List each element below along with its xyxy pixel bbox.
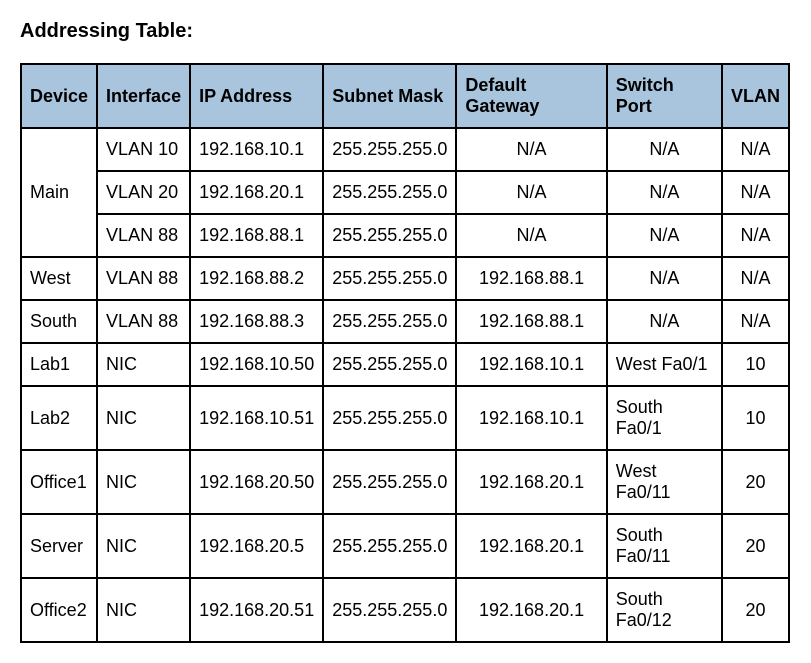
cell-interface: NIC: [97, 343, 190, 386]
cell-subnet: 255.255.255.0: [323, 514, 456, 578]
cell-ip: 192.168.88.1: [190, 214, 323, 257]
header-ip: IP Address: [190, 64, 323, 128]
cell-ip: 192.168.10.50: [190, 343, 323, 386]
cell-switchport: N/A: [607, 214, 722, 257]
table-row: Office1NIC192.168.20.50255.255.255.0192.…: [21, 450, 789, 514]
cell-gateway: 192.168.10.1: [456, 386, 606, 450]
table-row: Office2NIC192.168.20.51255.255.255.0192.…: [21, 578, 789, 642]
table-row: MainVLAN 10192.168.10.1255.255.255.0N/AN…: [21, 128, 789, 171]
cell-interface: NIC: [97, 386, 190, 450]
cell-interface: VLAN 20: [97, 171, 190, 214]
page-title: Addressing Table:: [20, 20, 791, 43]
cell-interface: NIC: [97, 578, 190, 642]
cell-ip: 192.168.20.5: [190, 514, 323, 578]
cell-subnet: 255.255.255.0: [323, 257, 456, 300]
table-header-row: Device Interface IP Address Subnet Mask …: [21, 64, 789, 128]
cell-vlan: 20: [722, 578, 789, 642]
cell-ip: 192.168.10.51: [190, 386, 323, 450]
header-interface: Interface: [97, 64, 190, 128]
cell-interface: VLAN 88: [97, 300, 190, 343]
addressing-table: Device Interface IP Address Subnet Mask …: [20, 63, 790, 643]
cell-device: Lab1: [21, 343, 97, 386]
cell-ip: 192.168.10.1: [190, 128, 323, 171]
cell-device: Main: [21, 128, 97, 257]
cell-gateway: 192.168.20.1: [456, 450, 606, 514]
table-row: ServerNIC192.168.20.5255.255.255.0192.16…: [21, 514, 789, 578]
header-gateway: Default Gateway: [456, 64, 606, 128]
cell-switchport: N/A: [607, 171, 722, 214]
header-device: Device: [21, 64, 97, 128]
cell-vlan: N/A: [722, 171, 789, 214]
cell-switchport: N/A: [607, 257, 722, 300]
cell-switchport: South Fa0/1: [607, 386, 722, 450]
table-row: Lab2NIC192.168.10.51255.255.255.0192.168…: [21, 386, 789, 450]
cell-interface: NIC: [97, 450, 190, 514]
cell-interface: NIC: [97, 514, 190, 578]
cell-gateway: 192.168.20.1: [456, 578, 606, 642]
cell-device: South: [21, 300, 97, 343]
cell-vlan: N/A: [722, 214, 789, 257]
cell-gateway: N/A: [456, 214, 606, 257]
cell-gateway: N/A: [456, 171, 606, 214]
cell-subnet: 255.255.255.0: [323, 300, 456, 343]
header-switchport: Switch Port: [607, 64, 722, 128]
cell-interface: VLAN 10: [97, 128, 190, 171]
table-row: VLAN 20192.168.20.1255.255.255.0N/AN/AN/…: [21, 171, 789, 214]
header-vlan: VLAN: [722, 64, 789, 128]
cell-switchport: West Fa0/11: [607, 450, 722, 514]
cell-subnet: 255.255.255.0: [323, 450, 456, 514]
table-body: MainVLAN 10192.168.10.1255.255.255.0N/AN…: [21, 128, 789, 642]
cell-gateway: 192.168.20.1: [456, 514, 606, 578]
cell-device: Server: [21, 514, 97, 578]
cell-subnet: 255.255.255.0: [323, 578, 456, 642]
table-row: SouthVLAN 88192.168.88.3255.255.255.0192…: [21, 300, 789, 343]
cell-vlan: 10: [722, 343, 789, 386]
cell-gateway: 192.168.88.1: [456, 300, 606, 343]
cell-switchport: South Fa0/12: [607, 578, 722, 642]
cell-vlan: 20: [722, 514, 789, 578]
cell-subnet: 255.255.255.0: [323, 386, 456, 450]
cell-ip: 192.168.88.2: [190, 257, 323, 300]
cell-switchport: N/A: [607, 128, 722, 171]
cell-switchport: N/A: [607, 300, 722, 343]
cell-subnet: 255.255.255.0: [323, 171, 456, 214]
cell-gateway: 192.168.88.1: [456, 257, 606, 300]
table-row: VLAN 88192.168.88.1255.255.255.0N/AN/AN/…: [21, 214, 789, 257]
cell-switchport: South Fa0/11: [607, 514, 722, 578]
cell-ip: 192.168.20.50: [190, 450, 323, 514]
cell-gateway: 192.168.10.1: [456, 343, 606, 386]
cell-vlan: N/A: [722, 128, 789, 171]
table-row: WestVLAN 88192.168.88.2255.255.255.0192.…: [21, 257, 789, 300]
cell-device: Office1: [21, 450, 97, 514]
cell-vlan: 20: [722, 450, 789, 514]
cell-ip: 192.168.20.1: [190, 171, 323, 214]
header-subnet: Subnet Mask: [323, 64, 456, 128]
cell-vlan: 10: [722, 386, 789, 450]
cell-gateway: N/A: [456, 128, 606, 171]
cell-subnet: 255.255.255.0: [323, 343, 456, 386]
cell-subnet: 255.255.255.0: [323, 128, 456, 171]
cell-device: West: [21, 257, 97, 300]
cell-switchport: West Fa0/1: [607, 343, 722, 386]
cell-interface: VLAN 88: [97, 214, 190, 257]
cell-ip: 192.168.20.51: [190, 578, 323, 642]
cell-device: Office2: [21, 578, 97, 642]
cell-device: Lab2: [21, 386, 97, 450]
cell-vlan: N/A: [722, 300, 789, 343]
cell-interface: VLAN 88: [97, 257, 190, 300]
cell-vlan: N/A: [722, 257, 789, 300]
cell-subnet: 255.255.255.0: [323, 214, 456, 257]
cell-ip: 192.168.88.3: [190, 300, 323, 343]
table-row: Lab1NIC192.168.10.50255.255.255.0192.168…: [21, 343, 789, 386]
